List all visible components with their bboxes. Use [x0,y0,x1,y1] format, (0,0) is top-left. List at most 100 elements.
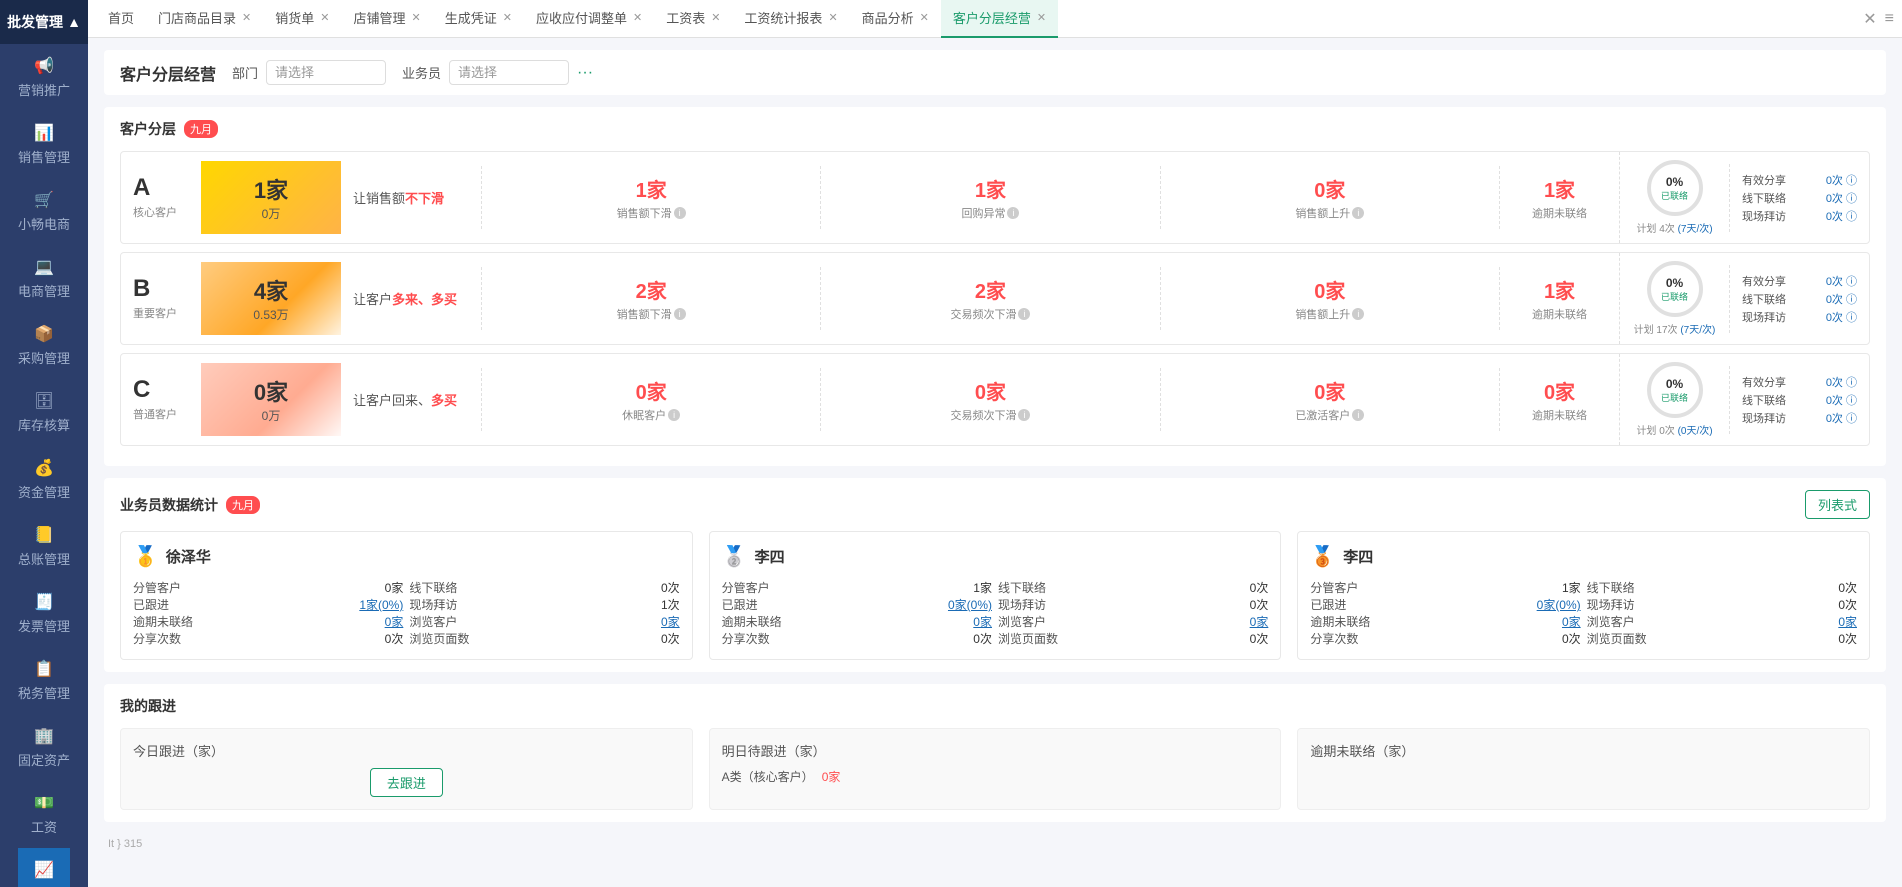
sidebar-item-shuiwu[interactable]: 📋税务管理 [18,647,70,714]
info-icon[interactable]: i [668,409,680,421]
sidebar-item-diangshang[interactable]: 💻电商管理 [18,245,70,312]
staff-stat-row: 分管客户 0家 [133,579,403,596]
right-stat-val[interactable]: 0次 ⓘ [1826,208,1857,224]
sidebar-item-xiaoshou[interactable]: 📊销售管理 [18,111,70,178]
sidebar-item-kucun[interactable]: 🗄库存核算 [18,379,70,446]
circle-plan-link[interactable]: (0天/次) [1678,426,1713,437]
contact-label: 逾期未联络 [1532,306,1587,322]
right-stat-val[interactable]: 0次 ⓘ [1826,172,1857,188]
contact-box: 1家 逾期未联络 [1499,166,1619,229]
staff-stat-val[interactable]: 0家(0%) [1537,596,1581,613]
staff-stat-row: 已跟进 1家(0%) [133,596,403,613]
staff-stat-val[interactable]: 0家 [1562,613,1581,630]
tab-首页[interactable]: 首页 [96,0,146,38]
tab-生成凭证[interactable]: 生成凭证✕ [433,0,524,38]
tab-close-icon[interactable]: ✕ [412,11,421,24]
tab-close-icon[interactable]: ✕ [320,11,329,24]
tab-close-icon[interactable]: ✕ [242,11,251,24]
sidebar-item-yingxiao[interactable]: 📢营销推广 [18,44,70,111]
list-view-button[interactable]: 列表式 [1805,490,1870,519]
info-icon[interactable]: i [1352,207,1364,219]
circle-sub: 已联络 [1661,391,1688,404]
staff-stat-val[interactable]: 1家(0%) [359,596,403,613]
sidebar-item-caigou[interactable]: 📦采购管理 [18,312,70,379]
staff-stat-val: 0次 [973,630,992,647]
dept-select[interactable]: 请选择 [266,60,386,85]
info-icon[interactable]: i [1007,207,1019,219]
staff-stat-val: 0次 [1838,596,1857,613]
tab-应收应付调整单[interactable]: 应收应付调整单✕ [524,0,654,38]
staff-stat-val[interactable]: 0家 [385,613,404,630]
stat-box: 0家 销售额上升i [1160,267,1499,330]
tier-name: 核心客户 [133,204,177,220]
staff-stat-val[interactable]: 0家 [973,613,992,630]
right-stat-row: 有效分享 0次 ⓘ [1742,374,1857,390]
sidebar-item-zhanghu[interactable]: 📒总账管理 [18,513,70,580]
staff-rank-icon: 🥉 [1310,544,1335,569]
info-icon[interactable]: i [674,308,686,320]
circle-plan-link[interactable]: (7天/次) [1680,325,1715,336]
tab-销货单[interactable]: 销货单✕ [263,0,341,38]
staff-stat-row: 逾期未联络 0家 [133,613,403,630]
staff-stat-val[interactable]: 0家(0%) [948,596,992,613]
info-icon[interactable]: i [674,207,686,219]
right-stat-val[interactable]: 0次 ⓘ [1826,374,1857,390]
sidebar-label-kucun: 库存核算 [18,415,70,434]
info-icon[interactable]: i [1018,308,1030,320]
staff-stat-val: 0次 [661,630,680,647]
tab-actions: ✕ ≡ [1863,9,1894,29]
sidebar-top[interactable]: 批发管理 ▲ [0,0,88,44]
stat-num: 0家 [1314,174,1345,203]
info-icon[interactable]: i [1018,409,1030,421]
right-stat-val[interactable]: 0次 ⓘ [1826,273,1857,289]
tab-close-icon[interactable]: ✕ [503,11,512,24]
staff-stat-label: 浏览页面数 [1587,630,1647,647]
staff-rank-icon: 🥈 [722,544,747,569]
right-stat-val[interactable]: 0次 ⓘ [1826,392,1857,408]
info-icon[interactable]: i [1352,308,1364,320]
tab-close-icon[interactable]: ✕ [920,11,929,24]
right-stat-label: 线下联络 [1742,392,1786,408]
circle-plan-link[interactable]: (7天/次) [1678,224,1713,235]
tab-more[interactable]: ≡ [1885,10,1894,28]
right-stat-val[interactable]: 0次 ⓘ [1826,309,1857,325]
sidebar-item-gongzi[interactable]: 💵工资 [18,781,70,848]
sidebar-item-zijin[interactable]: 💰资金管理 [18,446,70,513]
tab-close-all[interactable]: ✕ [1863,9,1876,29]
staff-stat-label: 逾期未联络 [722,613,782,630]
tab-工资统计报表[interactable]: 工资统计报表✕ [732,0,849,38]
sidebar-collapse-icon[interactable]: ▲ [67,14,81,30]
staff-select[interactable]: 请选择 [449,60,569,85]
tier-row-B: B 重要客户 4家 0.53万 让客户多来、多买 2家 销售额下滑i 2家 交易… [120,252,1870,345]
tier-amount: 0万 [262,407,281,424]
tab-close-icon[interactable]: ✕ [828,11,837,24]
tab-门店商品目录[interactable]: 门店商品目录✕ [146,0,263,38]
tab-close-icon[interactable]: ✕ [633,11,642,24]
staff-stat-val: 0次 [1250,579,1269,596]
sidebar-item-gudingzichan[interactable]: 🏢固定资产 [18,714,70,781]
follow-card-title: 今日跟进（家） [133,741,680,760]
staff-stat-row: 浏览客户 0家 [998,613,1268,630]
tab-商品分析[interactable]: 商品分析✕ [850,0,941,38]
right-stat-val[interactable]: 0次 ⓘ [1826,291,1857,307]
sidebar-item-fapiao[interactable]: 🧾发票管理 [18,580,70,647]
tab-店铺管理[interactable]: 店铺管理✕ [341,0,432,38]
sidebar-label-yingxiao: 营销推广 [18,80,70,99]
stat-label: 已激活客户i [1295,407,1364,423]
tab-客户分层经营[interactable]: 客户分层经营✕ [941,0,1058,38]
filter-more-icon[interactable]: ··· [577,64,593,82]
contact-num: 1家 [1544,174,1575,203]
info-icon[interactable]: i [1352,409,1364,421]
staff-stat-val[interactable]: 0家 [661,613,680,630]
tab-工资表[interactable]: 工资表✕ [654,0,732,38]
tab-close-icon[interactable]: ✕ [711,11,720,24]
sidebar-icon-xiaodian: 🛒 [34,190,54,210]
sidebar-item-xiaodian[interactable]: 🛒小畅电商 [18,178,70,245]
tab-close-icon[interactable]: ✕ [1037,11,1046,24]
right-stat-val[interactable]: 0次 ⓘ [1826,410,1857,426]
staff-stat-val[interactable]: 0家 [1838,613,1857,630]
staff-stat-val[interactable]: 0家 [1250,613,1269,630]
right-stat-val[interactable]: 0次 ⓘ [1826,190,1857,206]
follow-goto-button[interactable]: 去跟进 [370,768,443,797]
sidebar-item-jingying[interactable]: 📈经营管理 [18,848,70,887]
